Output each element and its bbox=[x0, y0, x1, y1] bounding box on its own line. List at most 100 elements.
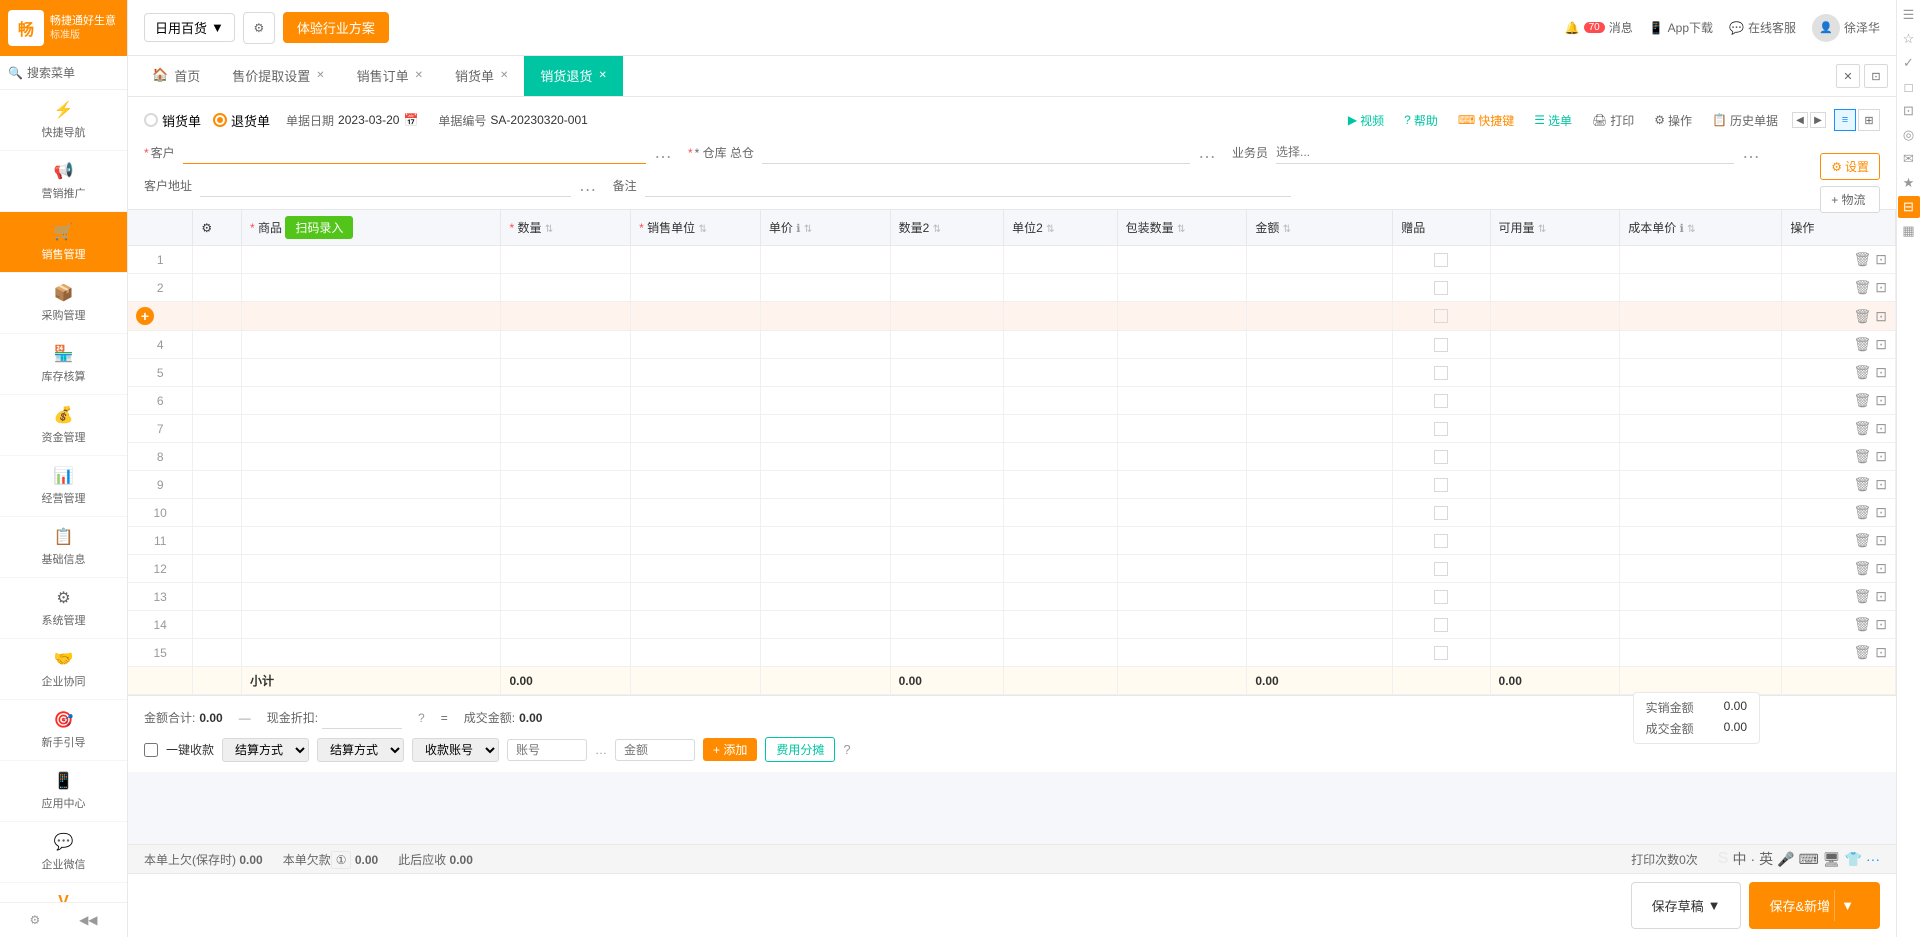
settlement-method-select[interactable]: 结算方式 bbox=[222, 738, 309, 762]
gift-checkbox[interactable] bbox=[1434, 590, 1448, 604]
delete-btn[interactable]: 🗑 bbox=[1853, 392, 1871, 409]
right-panel-square-icon[interactable]: □ bbox=[1898, 76, 1920, 98]
tab-close-price-setup[interactable]: ✕ bbox=[316, 70, 324, 81]
tab-close-all[interactable]: ✕ bbox=[1836, 64, 1860, 88]
save-new-chevron[interactable]: ▼ bbox=[1834, 890, 1860, 921]
copy-btn[interactable]: ⊡ bbox=[1875, 588, 1887, 605]
warehouse-more[interactable]: … bbox=[1198, 142, 1216, 163]
scroll-left[interactable]: ◀ bbox=[1792, 112, 1808, 128]
tab-close-sales-return[interactable]: ✕ bbox=[598, 70, 606, 81]
radio-shipment[interactable]: 销货单 bbox=[144, 111, 201, 130]
right-panel-mail-icon[interactable]: ✉ bbox=[1898, 148, 1920, 170]
topbar-gear-button[interactable]: ⚙ bbox=[243, 12, 275, 44]
account-more[interactable]: … bbox=[595, 743, 607, 757]
gift-checkbox[interactable] bbox=[1434, 253, 1448, 267]
account-number-input[interactable] bbox=[507, 739, 587, 761]
sidebar-item-inventory[interactable]: 🏪 库存核算 bbox=[0, 334, 127, 395]
row-qty2[interactable] bbox=[890, 302, 1004, 331]
save-new-button[interactable]: 保存&新增 ▼ bbox=[1749, 882, 1880, 929]
copy-btn[interactable]: ⊡ bbox=[1875, 532, 1887, 549]
delete-btn[interactable]: 🗑 bbox=[1853, 448, 1871, 465]
gift-checkbox[interactable] bbox=[1434, 309, 1448, 323]
delete-btn[interactable]: 🗑 bbox=[1853, 279, 1871, 296]
sidebar-item-app-center[interactable]: 📱 应用中心 bbox=[0, 761, 127, 822]
salesperson-input[interactable] bbox=[1276, 141, 1734, 164]
copy-btn[interactable]: ⊡ bbox=[1875, 251, 1887, 268]
delete-btn[interactable]: 🗑 bbox=[1853, 504, 1871, 521]
th-gear[interactable]: ⚙ bbox=[193, 210, 242, 246]
sidebar-item-quick-nav[interactable]: ⚡ 快捷导航 bbox=[0, 90, 127, 151]
add-payment-btn[interactable]: + 添加 bbox=[703, 738, 757, 761]
copy-btn[interactable]: ⊡ bbox=[1875, 308, 1887, 325]
gift-checkbox[interactable] bbox=[1434, 618, 1448, 632]
amount-input[interactable] bbox=[615, 739, 695, 761]
copy-btn[interactable]: ⊡ bbox=[1875, 644, 1887, 661]
sidebar-item-fund-mgmt[interactable]: 💰 资金管理 bbox=[0, 395, 127, 456]
row-unit[interactable] bbox=[631, 302, 761, 331]
tab-price-setup[interactable]: 售价提取设置 ✕ bbox=[216, 56, 340, 96]
sidebar-item-sales-mgmt[interactable]: 🛒 销售管理 bbox=[0, 212, 127, 273]
gift-checkbox[interactable] bbox=[1434, 562, 1448, 576]
tab-home[interactable]: 🏠 首页 bbox=[136, 56, 216, 96]
calc-method-select[interactable]: 结算方式 bbox=[317, 738, 404, 762]
experience-button[interactable]: 体验行业方案 bbox=[283, 12, 389, 43]
fees-split-btn[interactable]: 费用分摊 bbox=[765, 737, 835, 762]
delete-btn[interactable]: 🗑 bbox=[1853, 560, 1871, 577]
gift-checkbox[interactable] bbox=[1434, 338, 1448, 352]
row-amount[interactable] bbox=[1247, 302, 1393, 331]
tab-sales-return[interactable]: 销货退货 ✕ bbox=[524, 56, 622, 96]
copy-btn[interactable]: ⊡ bbox=[1875, 504, 1887, 521]
one-click-checkbox[interactable] bbox=[144, 743, 158, 757]
print-btn[interactable]: 🖨 打印 bbox=[1586, 110, 1640, 131]
sidebar-item-marketing[interactable]: 📢 营销推广 bbox=[0, 151, 127, 212]
sidebar-item-vip[interactable]: V 畅会员 bbox=[0, 883, 127, 902]
sidebar-item-purchase-mgmt[interactable]: 📦 采购管理 bbox=[0, 273, 127, 334]
sidebar-item-enterprise-wechat[interactable]: 💬 企业微信 bbox=[0, 822, 127, 883]
right-panel-list-icon[interactable]: ☰ bbox=[1898, 4, 1920, 26]
gift-checkbox[interactable] bbox=[1434, 534, 1448, 548]
copy-btn[interactable]: ⊡ bbox=[1875, 476, 1887, 493]
tab-sales-order[interactable]: 销售订单 ✕ bbox=[341, 56, 439, 96]
tab-sales-shipment[interactable]: 销货单 ✕ bbox=[439, 56, 524, 96]
sidebar-item-basic-info[interactable]: 📋 基础信息 bbox=[0, 517, 127, 578]
logistics-side-btn[interactable]: + 物流 bbox=[1820, 186, 1880, 213]
settings-icon[interactable]: ⚙ bbox=[29, 913, 40, 927]
shortcut-btn[interactable]: ⌨ 快捷键 bbox=[1452, 110, 1520, 131]
save-draft-button[interactable]: 保存草稿 ▼ bbox=[1631, 882, 1742, 929]
salesperson-more[interactable]: … bbox=[1742, 142, 1760, 163]
copy-btn[interactable]: ⊡ bbox=[1875, 560, 1887, 577]
gift-checkbox[interactable] bbox=[1434, 646, 1448, 660]
scroll-right[interactable]: ▶ bbox=[1810, 112, 1826, 128]
row-product[interactable] bbox=[242, 302, 501, 331]
delete-btn[interactable]: 🗑 bbox=[1853, 251, 1871, 268]
sidebar-search[interactable]: 🔍 搜索菜单 bbox=[0, 56, 127, 90]
gift-checkbox[interactable] bbox=[1434, 450, 1448, 464]
gift-checkbox[interactable] bbox=[1434, 506, 1448, 520]
gift-checkbox[interactable] bbox=[1434, 422, 1448, 436]
help-btn[interactable]: ? 帮助 bbox=[1398, 110, 1444, 131]
row-pkg[interactable] bbox=[1117, 302, 1247, 331]
sidebar-item-new-guide[interactable]: 🎯 新手引导 bbox=[0, 700, 127, 761]
app-download-item[interactable]: 📱 App下载 bbox=[1649, 19, 1713, 36]
sidebar-item-sys-mgmt[interactable]: ⚙ 系统管理 bbox=[0, 578, 127, 639]
daily-select[interactable]: 日用百货 ▼ bbox=[144, 13, 235, 42]
view-list-btn[interactable]: ≡ bbox=[1834, 109, 1856, 131]
delete-btn[interactable]: 🗑 bbox=[1853, 616, 1871, 633]
notification-item[interactable]: 🔔 70 消息 bbox=[1565, 19, 1633, 36]
row-qty[interactable] bbox=[501, 302, 631, 331]
user-profile[interactable]: 👤 徐泽华 bbox=[1812, 14, 1880, 42]
copy-btn[interactable]: ⊡ bbox=[1875, 392, 1887, 409]
settings-side-btn[interactable]: ⚙ 设置 bbox=[1820, 153, 1880, 180]
address-input[interactable] bbox=[200, 174, 571, 197]
delete-btn[interactable]: 🗑 bbox=[1853, 532, 1871, 549]
discount-input[interactable] bbox=[322, 706, 402, 729]
warehouse-input[interactable] bbox=[762, 141, 1190, 164]
copy-btn[interactable]: ⊡ bbox=[1875, 420, 1887, 437]
right-panel-table-icon[interactable]: ▦ bbox=[1898, 220, 1920, 242]
delete-btn[interactable]: 🗑 bbox=[1853, 336, 1871, 353]
sidebar-item-enterprise[interactable]: 🤝 企业协同 bbox=[0, 639, 127, 700]
row-price[interactable] bbox=[760, 302, 890, 331]
sidebar-item-ops-mgmt[interactable]: 📊 经营管理 bbox=[0, 456, 127, 517]
delete-btn[interactable]: 🗑 bbox=[1853, 420, 1871, 437]
row-unit2[interactable] bbox=[1004, 302, 1118, 331]
